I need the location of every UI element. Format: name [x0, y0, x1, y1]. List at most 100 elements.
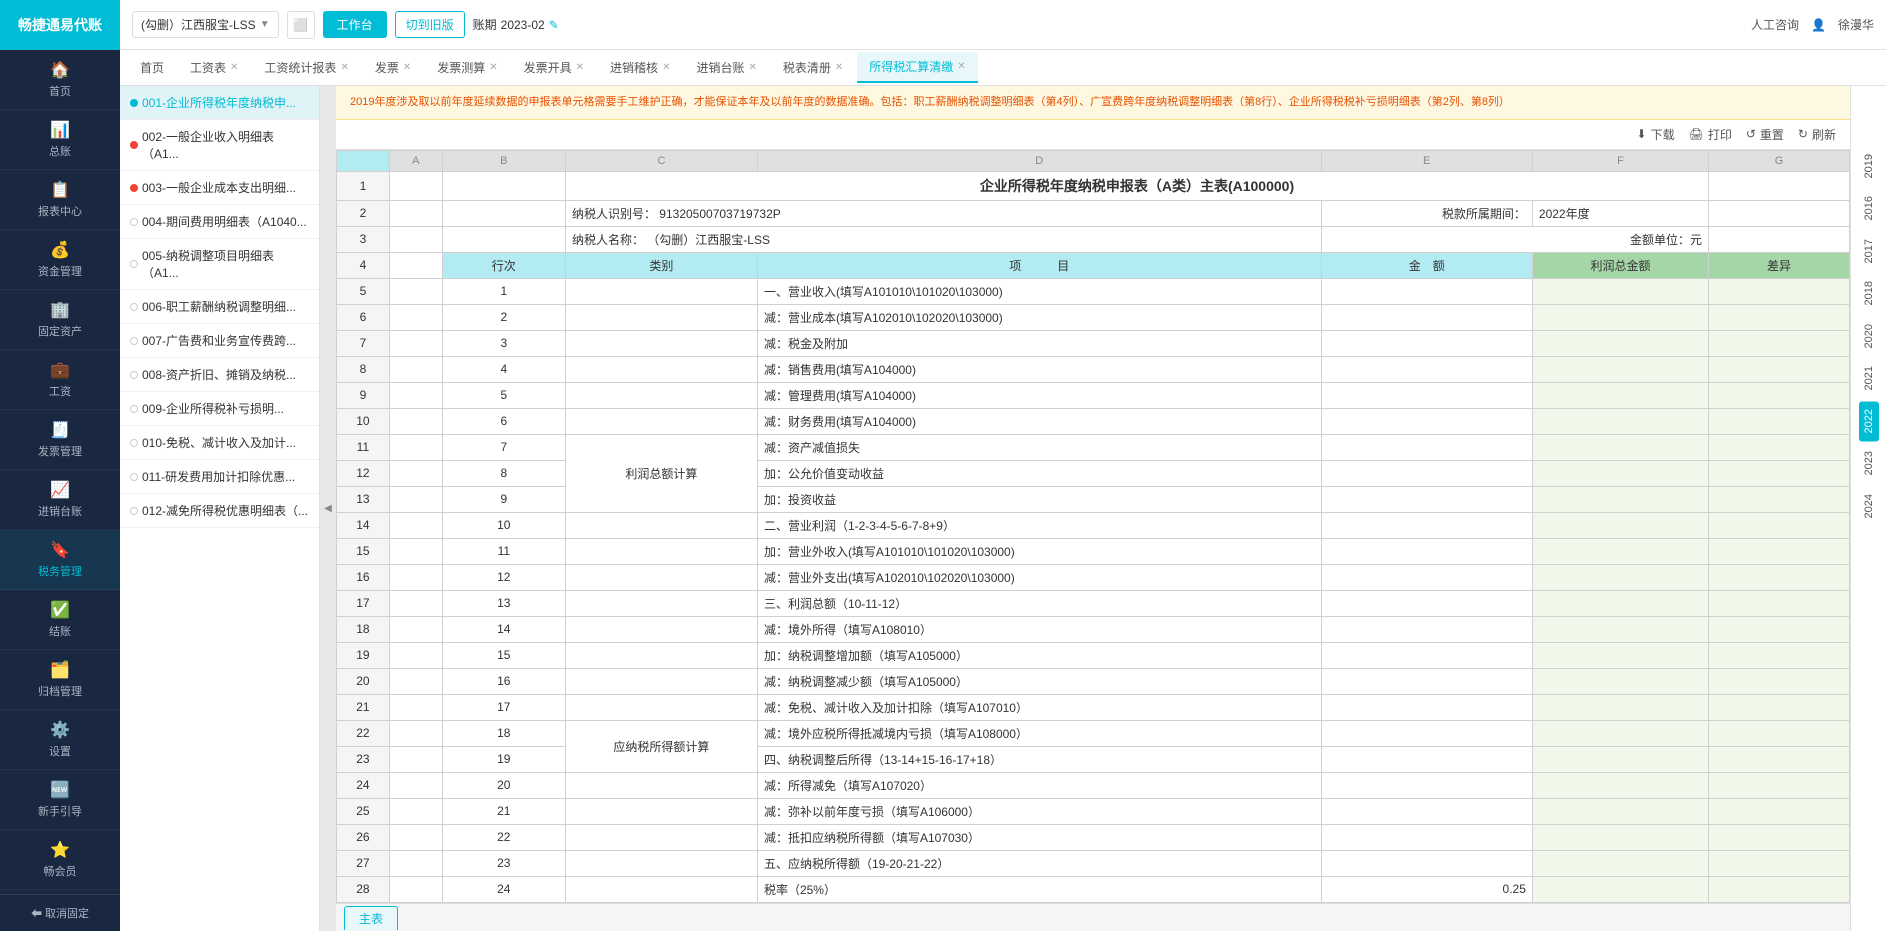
switch-version-button[interactable]: 切到旧版	[395, 11, 465, 38]
dot-indicator	[130, 439, 138, 447]
year-item-2016[interactable]: 2016	[1859, 188, 1879, 228]
table-container[interactable]: A B C D E F G 1	[336, 150, 1850, 904]
tab-close-income-tax[interactable]: ✕	[957, 61, 965, 72]
left-panel-item-007[interactable]: 007-广告费和业务宣传费跨...	[120, 324, 319, 358]
dot-indicator	[130, 260, 138, 268]
left-panel-item-005[interactable]: 005-纳税调整项目明细表（A1...	[120, 239, 319, 290]
tab-invoice-open[interactable]: 发票开具 ✕	[512, 53, 596, 82]
left-panel-item-004[interactable]: 004-期间费用明细表（A1040...	[120, 205, 319, 239]
edit-period-icon[interactable]: ✎	[549, 18, 559, 32]
col-a-header: A	[389, 150, 442, 171]
company-name: (勾删）江西服宝-LSS	[141, 16, 256, 33]
sheet-tab-main[interactable]: 主表	[344, 906, 398, 930]
table-row: 15 11 加：营业外收入(填写A101010\101020\103000)	[337, 538, 1850, 564]
sidebar-item-guide[interactable]: 🆕 新手引导	[0, 770, 120, 830]
sidebar-pin-btn[interactable]: ⬅ 取消固定	[0, 894, 120, 931]
col-g-header: G	[1709, 150, 1850, 171]
left-panel-item-009[interactable]: 009-企业所得税补亏损明...	[120, 392, 319, 426]
sidebar-item-fund[interactable]: 💰 资金管理	[0, 230, 120, 290]
left-panel-item-010[interactable]: 010-免税、减计收入及加计...	[120, 426, 319, 460]
year-item-2024[interactable]: 2024	[1859, 486, 1879, 526]
year-item-2023[interactable]: 2023	[1859, 443, 1879, 483]
sidebar-item-report[interactable]: 📋 报表中心	[0, 170, 120, 230]
refresh-button[interactable]: ↻ 刷新	[1798, 126, 1836, 143]
print-button[interactable]: 🖨 打印	[1689, 126, 1732, 143]
company-selector[interactable]: (勾删）江西服宝-LSS ▼	[132, 11, 279, 38]
left-panel: 001-企业所得税年度纳税申... 002-一般企业收入明细表（A1... 00…	[120, 86, 320, 931]
left-panel-item-006[interactable]: 006-职工薪酬纳税调整明细...	[120, 290, 319, 324]
left-panel-item-001[interactable]: 001-企业所得税年度纳税申...	[120, 86, 319, 120]
left-panel-item-012[interactable]: 012-减免所得税优惠明细表（...	[120, 494, 319, 528]
tab-audit[interactable]: 进销稽核 ✕	[598, 53, 682, 82]
content-area: 001-企业所得税年度纳税申... 002-一般企业收入明细表（A1... 00…	[120, 86, 1886, 931]
invoice-icon: 🧾	[50, 420, 70, 440]
tab-close-invoice[interactable]: ✕	[403, 62, 411, 73]
year-sidebar: 2019 2016 2017 2018 2020 2021 2022 2023 …	[1850, 86, 1886, 931]
sidebar-item-invoice[interactable]: 🧾 发票管理	[0, 410, 120, 470]
dot-indicator	[130, 507, 138, 515]
tab-close-invoice-open[interactable]: ✕	[576, 62, 584, 73]
sidebar-item-asset[interactable]: 🏢 固定资产	[0, 290, 120, 350]
table-row: 10 6 减：财务费用(填写A104000)	[337, 408, 1850, 434]
consult-button[interactable]: 人工咨询	[1751, 16, 1799, 33]
tab-close-audit[interactable]: ✕	[662, 62, 670, 73]
username: 徐漫华	[1838, 16, 1874, 33]
download-button[interactable]: ⬇ 下载	[1637, 126, 1675, 143]
tab-close-ledger[interactable]: ✕	[748, 62, 756, 73]
tab-salary-stat[interactable]: 工资统计报表 ✕	[252, 53, 360, 82]
settle-icon: ✅	[50, 600, 70, 620]
report-icon: 📋	[50, 180, 70, 200]
table-row: 23 19 四、纳税调整后所得（13-14+15-16-17+18）	[337, 746, 1850, 772]
table-row: 3 纳税人名称： （勾删）江西服宝-LSS 金额单位：元	[337, 226, 1850, 252]
tab-close-salary[interactable]: ✕	[230, 62, 238, 73]
warning-bar: 2019年度涉及取以前年度延续数据的申报表单元格需要手工维护正确，才能保证本年及…	[336, 86, 1850, 120]
home-icon: 🏠	[50, 60, 70, 80]
sidebar-item-tax[interactable]: 🔖 税务管理	[0, 530, 120, 590]
sidebar-item-ledger[interactable]: 📊 总账	[0, 110, 120, 170]
year-item-2021[interactable]: 2021	[1859, 358, 1879, 398]
sidebar-item-archive[interactable]: 🗂️ 归档管理	[0, 650, 120, 710]
tab-invoice-calc[interactable]: 发票测算 ✕	[425, 53, 509, 82]
sidebar-item-settings[interactable]: ⚙️ 设置	[0, 710, 120, 770]
year-item-2019[interactable]: 2019	[1859, 146, 1879, 186]
year-item-2018[interactable]: 2018	[1859, 273, 1879, 313]
dot-indicator	[130, 405, 138, 413]
tab-home[interactable]: 首页	[128, 53, 176, 82]
workbench-button[interactable]: 工作台	[323, 11, 387, 38]
col-e-header: E	[1321, 150, 1532, 171]
sidebar-item-home[interactable]: 🏠 首页	[0, 50, 120, 110]
warning-text: 2019年度涉及取以前年度延续数据的申报表单元格需要手工维护正确，才能保证本年及…	[350, 96, 1510, 108]
nav-tabs: 首页 工资表 ✕ 工资统计报表 ✕ 发票 ✕ 发票测算 ✕ 发票开具 ✕ 进销稽…	[120, 50, 1886, 86]
table-row: 14 10 二、营业利润（1-2-3-4-5-6-7-8+9）	[337, 512, 1850, 538]
tab-income-tax[interactable]: 所得税汇算清缴 ✕	[857, 52, 977, 83]
tab-salary[interactable]: 工资表 ✕	[178, 53, 250, 82]
left-panel-item-002[interactable]: 002-一般企业收入明细表（A1...	[120, 120, 319, 171]
table-row: 9 5 减：管理费用(填写A104000)	[337, 382, 1850, 408]
tab-ledger[interactable]: 进销台账 ✕	[684, 53, 768, 82]
year-item-2022[interactable]: 2022	[1859, 401, 1879, 441]
sidebar-item-sales[interactable]: 📈 进销台账	[0, 470, 120, 530]
guide-icon: 🆕	[50, 780, 70, 800]
left-panel-item-003[interactable]: 003-一般企业成本支出明细...	[120, 171, 319, 205]
table-title: 企业所得税年度纳税申报表（A类）主表(A100000)	[565, 171, 1708, 200]
tab-tax-table[interactable]: 税表清册 ✕	[771, 53, 855, 82]
reset-button[interactable]: ↺ 重置	[1746, 126, 1784, 143]
tab-invoice[interactable]: 发票 ✕	[363, 53, 423, 82]
tab-close-salary-stat[interactable]: ✕	[340, 62, 348, 73]
copy-icon[interactable]: ⬜	[287, 11, 315, 39]
dot-indicator	[130, 303, 138, 311]
year-item-2020[interactable]: 2020	[1859, 316, 1879, 356]
refresh-icon: ↻	[1798, 127, 1808, 141]
left-panel-item-008[interactable]: 008-资产折旧、摊销及纳税...	[120, 358, 319, 392]
tab-close-tax-table[interactable]: ✕	[835, 62, 843, 73]
year-item-2017[interactable]: 2017	[1859, 231, 1879, 271]
tax-icon: 🔖	[50, 540, 70, 560]
tab-close-invoice-calc[interactable]: ✕	[489, 62, 497, 73]
sidebar-item-settle[interactable]: ✅ 结账	[0, 590, 120, 650]
sidebar-item-salary[interactable]: 💼 工资	[0, 350, 120, 410]
settings-icon: ⚙️	[50, 720, 70, 740]
collapse-panel-btn[interactable]: ◀	[320, 86, 336, 931]
left-panel-item-011[interactable]: 011-研发费用加计扣除优惠...	[120, 460, 319, 494]
sidebar-item-member[interactable]: ⭐ 畅会员	[0, 830, 120, 890]
dot-indicator	[130, 141, 138, 149]
